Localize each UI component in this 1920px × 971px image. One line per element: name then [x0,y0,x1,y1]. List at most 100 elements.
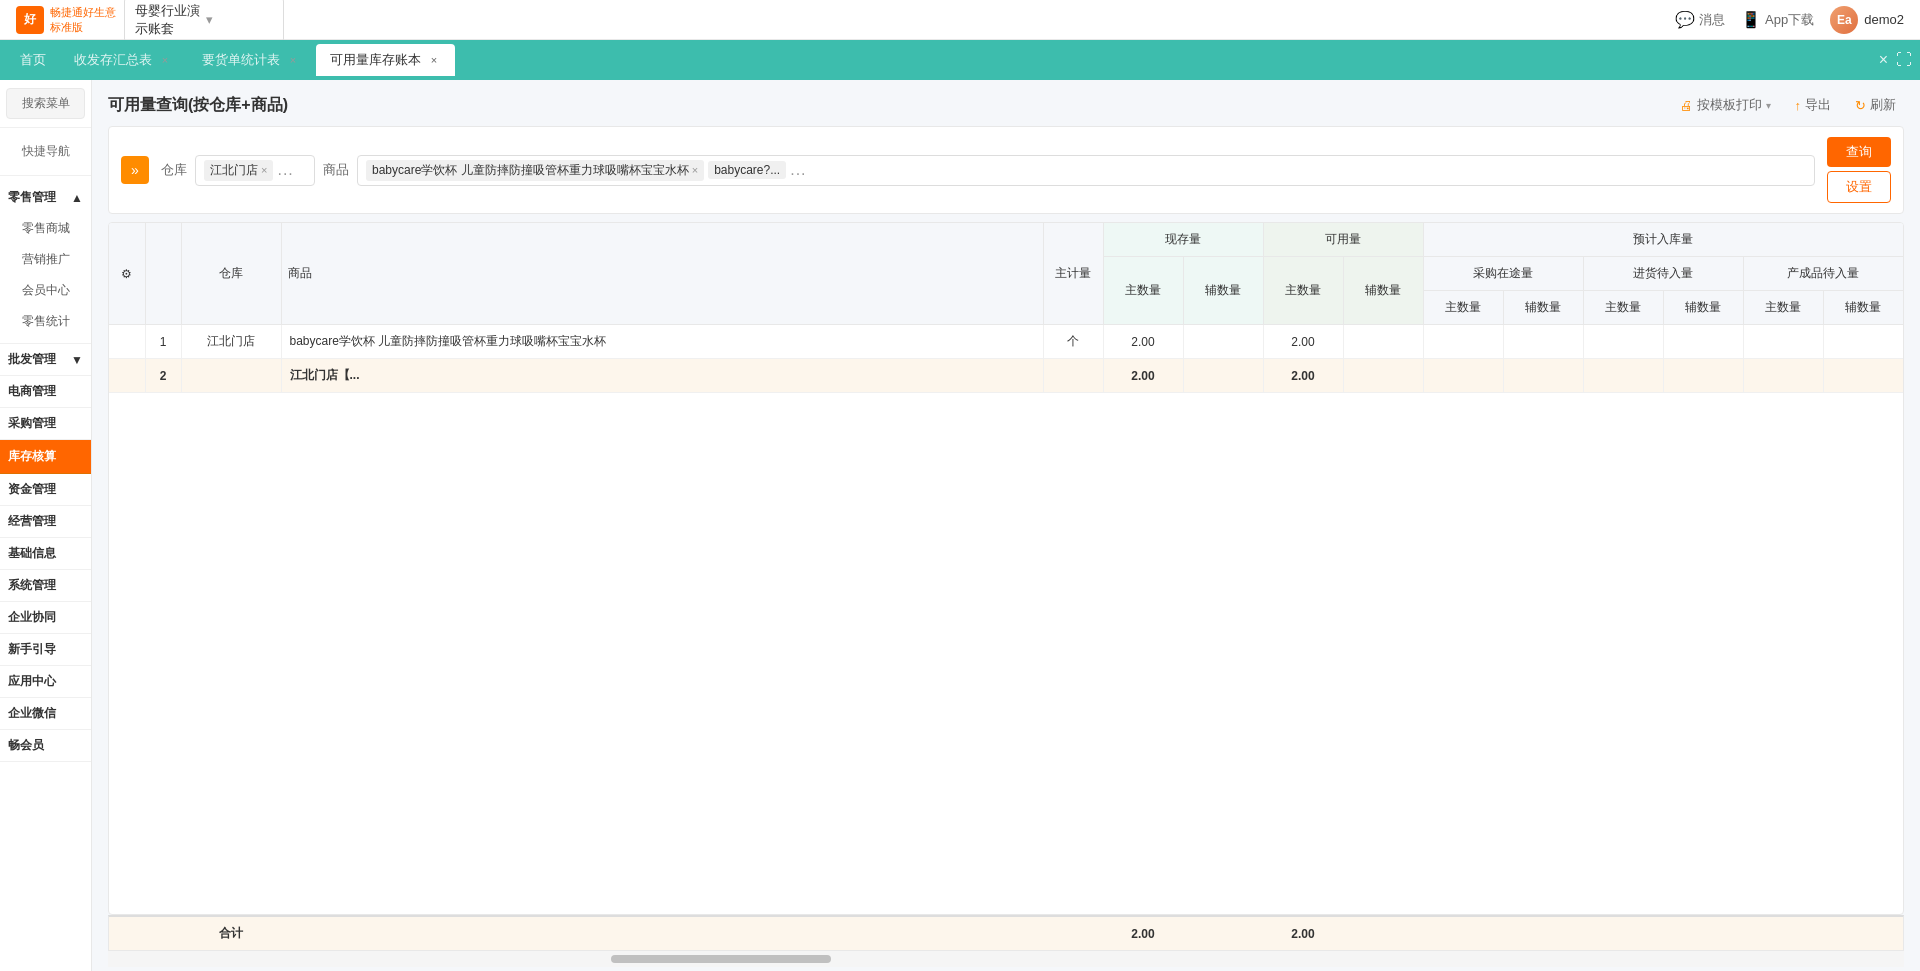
user-area[interactable]: Ea demo2 [1830,6,1904,34]
th-purchase-transit: 采购在途量 [1423,257,1583,291]
top-bar-left: 好 畅捷通好生意 标准版 母婴行业演示账套 ▾ [16,0,284,43]
td-purchase-main-1 [1423,325,1503,359]
th-planned-inbound: 预计入库量 [1423,223,1903,257]
goods-tag-close[interactable]: × [692,164,698,176]
sidebar-retail-arrow: ▲ [71,191,83,205]
subtotal-td-goods: 江北门店【... [281,359,1043,393]
tab-receipts[interactable]: 收发存汇总表 × [60,44,186,76]
td-purchase-aux-1 [1503,325,1583,359]
warehouse-tag-label: 江北门店 [210,162,258,179]
refresh-btn[interactable]: ↻ 刷新 [1847,92,1904,118]
tab-receipts-close[interactable]: × [158,53,172,67]
export-btn[interactable]: ↑ 导出 [1787,92,1840,118]
goods-filter-dots[interactable]: ... [790,161,806,179]
industry-label: 母婴行业演示账套 [135,2,202,38]
sidebar-wechat-label: 企业微信 [8,705,56,722]
sidebar-purchase-label: 采购管理 [8,415,56,432]
export-icon: ↑ [1795,98,1802,113]
subtotal-td-production-aux [1823,359,1903,393]
message-label: 消息 [1699,11,1725,29]
sidebar-inventory-header[interactable]: 库存核算 [0,440,91,473]
sidebar-member-vip-header[interactable]: 畅会员 [0,730,91,761]
warehouse-filter-input[interactable]: 江北门店 × ... [195,155,315,186]
sidebar-collab-header[interactable]: 企业协同 [0,602,91,633]
sidebar-section-apps: 应用中心 [0,666,91,698]
scrollbar-thumb[interactable] [611,955,831,963]
table-footer: 合计 2.00 2.00 [108,915,1904,951]
sidebar-guide-label: 新手引导 [8,641,56,658]
sidebar-item-quick-nav[interactable]: 快捷导航 [0,136,91,167]
sidebar-section-base: 基础信息 [0,538,91,570]
tab-order-stats[interactable]: 要货单统计表 × [188,44,314,76]
sidebar: 搜索菜单 快捷导航 零售管理 ▲ 零售商城 营销推广 会员中心 零售统计 批发管… [0,80,92,971]
th-goods: 商品 [281,223,1043,325]
sidebar-section-wholesale: 批发管理 ▼ [0,344,91,376]
message-btn[interactable]: 💬 消息 [1675,10,1725,29]
warehouse-tag-close[interactable]: × [261,164,267,176]
sidebar-item-marketing[interactable]: 营销推广 [0,244,91,275]
sidebar-base-header[interactable]: 基础信息 [0,538,91,569]
subtotal-td-warehouse [181,359,281,393]
warehouse-filter-label: 仓库 [161,161,187,179]
td-incoming-aux-1 [1663,325,1743,359]
tab-available-stock[interactable]: 可用量库存账本 × [316,44,455,76]
td-warehouse-1: 江北门店 [181,325,281,359]
sidebar-item-member[interactable]: 会员中心 [0,275,91,306]
sidebar-ecommerce-header[interactable]: 电商管理 [0,376,91,407]
subtotal-td-no: 2 [145,359,181,393]
page-header: 可用量查询(按仓库+商品) 🖨 按模板打印 ▾ ↑ 导出 ↻ 刷新 [92,80,1920,126]
sidebar-operation-header[interactable]: 经营管理 [0,506,91,537]
sidebar-finance-header[interactable]: 资金管理 [0,474,91,505]
sidebar-section-inventory: 库存核算 [0,440,91,474]
settings-btn[interactable]: 设置 [1827,171,1891,203]
app-download-btn[interactable]: 📱 App下载 [1741,10,1814,29]
tab-order-stats-close[interactable]: × [286,53,300,67]
sidebar-ecommerce-label: 电商管理 [8,383,56,400]
table-wrap: ⚙ 仓库 商品 主计量 现存量 可用量 预计入库量 主数量 辅数量 主数量 [108,222,1904,915]
goods-tag-babycare: babycare学饮杯 儿童防摔防撞吸管杯重力球吸嘴杯宝宝水杯 × [366,160,704,181]
goods-filter-input[interactable]: babycare学饮杯 儿童防摔防撞吸管杯重力球吸嘴杯宝宝水杯 × babyca… [357,155,1815,186]
avatar: Ea [1830,6,1858,34]
filter-toggle-btn[interactable]: » [121,156,149,184]
print-label: 按模板打印 [1697,96,1762,114]
subtotal-td-purchase-aux [1503,359,1583,393]
sidebar-wechat-header[interactable]: 企业微信 [0,698,91,729]
sidebar-system-header[interactable]: 系统管理 [0,570,91,601]
query-btn[interactable]: 查询 [1827,137,1891,167]
th-settings[interactable]: ⚙ [109,223,145,325]
sidebar-retail-header[interactable]: 零售管理 ▲ [0,182,91,213]
td-unit-1: 个 [1043,325,1103,359]
sidebar-apps-header[interactable]: 应用中心 [0,666,91,697]
th-stock-aux: 辅数量 [1183,257,1263,325]
sidebar-purchase-header[interactable]: 采购管理 [0,408,91,439]
td-avail-aux-1 [1343,325,1423,359]
footer-label: 合计 [181,925,281,942]
sidebar-wholesale-header[interactable]: 批发管理 ▼ [0,344,91,375]
print-btn[interactable]: 🖨 按模板打印 ▾ [1672,92,1779,118]
horizontal-scrollbar[interactable] [108,951,1904,967]
filter-bar: » 仓库 江北门店 × ... 商品 babycare学饮杯 儿童防摔防撞吸管杯… [108,126,1904,214]
tab-close-all-btn[interactable]: × [1879,51,1888,69]
sidebar-section-member-vip: 畅会员 [0,730,91,762]
sidebar-item-retail-mall[interactable]: 零售商城 [0,213,91,244]
goods-filter-label: 商品 [323,161,349,179]
tab-home[interactable]: 首页 [8,44,58,76]
tab-order-stats-label: 要货单统计表 [202,51,280,69]
content-area: 可用量查询(按仓库+商品) 🖨 按模板打印 ▾ ↑ 导出 ↻ 刷新 [92,80,1920,971]
tab-fullscreen-btn[interactable]: ⛶ [1896,51,1912,69]
top-bar-right: 💬 消息 📱 App下载 Ea demo2 [1675,6,1904,34]
logo-icon: 好 [16,6,44,34]
sidebar-guide-header[interactable]: 新手引导 [0,634,91,665]
sidebar-operation-label: 经营管理 [8,513,56,530]
avatar-initials: Ea [1837,13,1852,27]
sidebar-item-retail-stats[interactable]: 零售统计 [0,306,91,337]
username: demo2 [1864,12,1904,27]
sidebar-wholesale-arrow: ▼ [71,353,83,367]
industry-selector[interactable]: 母婴行业演示账套 ▾ [124,0,284,43]
tab-available-stock-close[interactable]: × [427,53,441,67]
home-tab-label: 首页 [20,51,46,69]
warehouse-filter-dots[interactable]: ... [277,161,293,179]
td-production-aux-1 [1823,325,1903,359]
sidebar-search-btn[interactable]: 搜索菜单 [6,88,85,119]
sidebar-section-guide: 新手引导 [0,634,91,666]
